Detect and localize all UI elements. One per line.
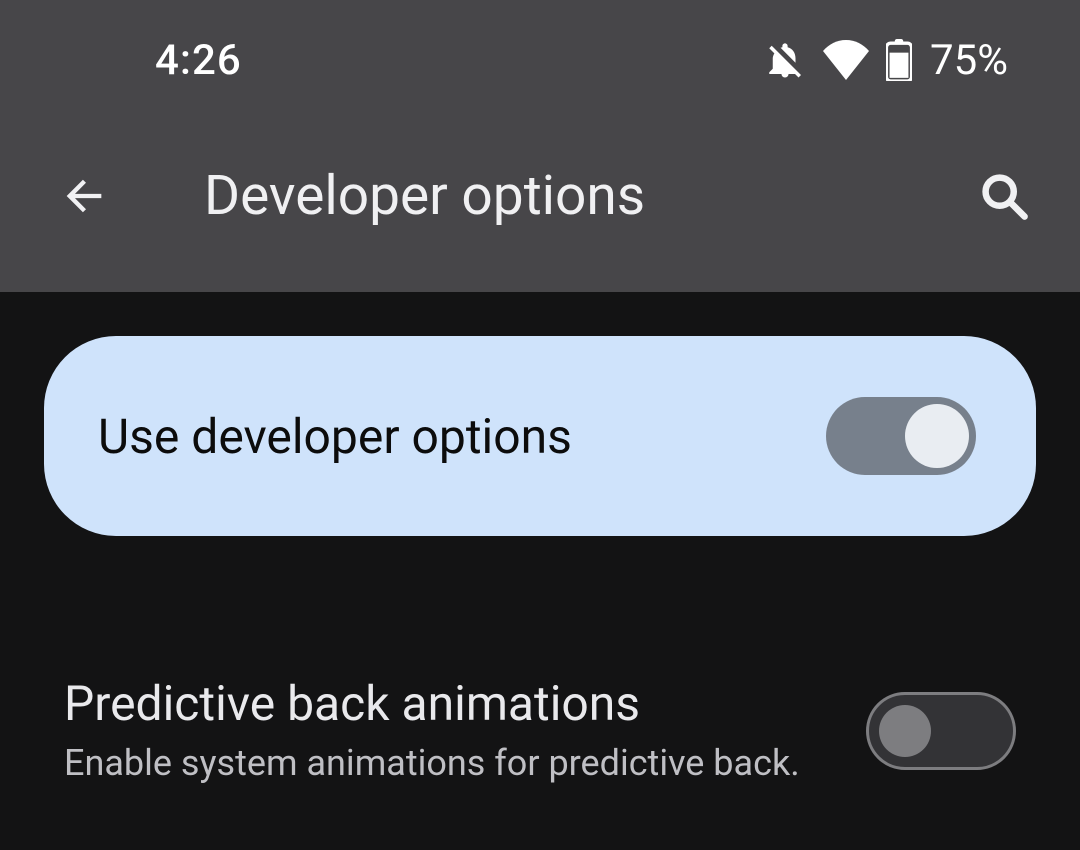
- search-button[interactable]: [968, 160, 1040, 232]
- search-icon: [978, 170, 1030, 222]
- content-area: Use developer options Predictive back an…: [0, 292, 1080, 786]
- setting-texts: Predictive back animations Enable system…: [64, 676, 866, 786]
- battery-icon: [886, 39, 912, 81]
- toggle-thumb: [879, 705, 931, 757]
- master-toggle-card[interactable]: Use developer options: [44, 336, 1036, 536]
- battery-percent: 75%: [930, 36, 1008, 85]
- wifi-icon: [822, 40, 870, 80]
- header-block: 4:26 75%: [0, 0, 1080, 292]
- arrow-left-icon: [58, 170, 110, 222]
- notifications-off-icon: [764, 39, 806, 81]
- setting-title: Predictive back animations: [64, 676, 826, 731]
- setting-predictive-back[interactable]: Predictive back animations Enable system…: [44, 676, 1036, 786]
- status-icons: 75%: [764, 36, 1008, 85]
- predictive-back-toggle-switch[interactable]: [866, 692, 1016, 770]
- page-title: Developer options: [204, 164, 968, 228]
- master-toggle-label: Use developer options: [98, 408, 572, 465]
- app-bar: Developer options: [0, 120, 1080, 292]
- toggle-thumb: [905, 404, 969, 468]
- back-button[interactable]: [48, 160, 120, 232]
- master-toggle-switch[interactable]: [826, 397, 976, 475]
- status-bar: 4:26 75%: [0, 0, 1080, 120]
- status-time: 4:26: [155, 36, 242, 85]
- setting-subtitle: Enable system animations for predictive …: [64, 741, 826, 786]
